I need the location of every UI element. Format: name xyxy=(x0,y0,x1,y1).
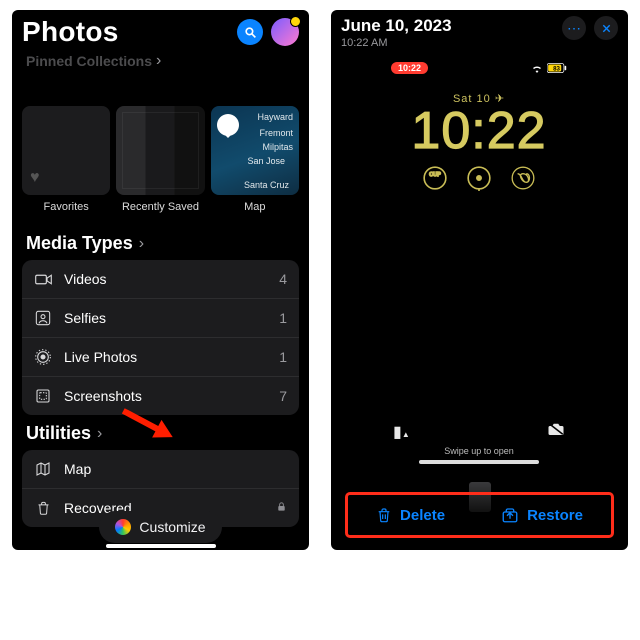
thumb-favorites[interactable]: ♥ xyxy=(22,106,110,195)
close-button[interactable] xyxy=(594,16,618,40)
profile-avatar[interactable] xyxy=(271,18,299,46)
restore-icon xyxy=(501,506,519,524)
photo-time: 10:22 AM xyxy=(341,37,452,49)
map-pin-icon xyxy=(217,114,239,136)
screenshot-icon xyxy=(34,387,52,405)
widget-compass-icon xyxy=(466,165,492,191)
page-title: Photos xyxy=(22,16,119,48)
pinned-collections-link[interactable]: Pinned Collections› xyxy=(26,52,161,70)
row-map[interactable]: Map xyxy=(22,450,299,488)
row-selfies[interactable]: Selfies1 xyxy=(22,298,299,337)
person-square-icon xyxy=(34,309,52,327)
more-button[interactable]: ⋯ xyxy=(562,16,586,40)
photo-date: June 10, 2023 xyxy=(341,16,452,36)
video-icon xyxy=(34,270,52,288)
row-live-photos[interactable]: Live Photos1 xyxy=(22,337,299,376)
wifi-icon xyxy=(531,64,543,73)
utilities-header[interactable]: Utilities› xyxy=(12,415,309,450)
lock-widgets: CUP xyxy=(379,165,579,191)
restore-button[interactable]: Restore xyxy=(501,506,583,524)
live-photo-icon xyxy=(34,348,52,366)
media-types-list: Videos4 Selfies1 Live Photos1 Screenshot… xyxy=(22,260,299,415)
svg-text:83: 83 xyxy=(553,65,560,72)
status-icons: 83 xyxy=(531,63,567,73)
row-screenshots[interactable]: Screenshots7 xyxy=(22,376,299,415)
thumb-label: Favorites xyxy=(22,201,110,213)
customize-icon xyxy=(115,519,131,535)
thumb-label: Map xyxy=(211,201,299,213)
photos-app-screen: Photos Pinned Collections› ♥ Hayward Fre… xyxy=(12,10,309,550)
trash-icon xyxy=(376,506,392,524)
camera-off-icon xyxy=(547,422,565,442)
heart-icon: ♥ xyxy=(30,169,40,187)
thumb-recently-saved[interactable] xyxy=(116,106,204,195)
shot-home-indicator xyxy=(419,460,539,464)
close-icon xyxy=(601,23,612,34)
annotation-box: Delete Restore xyxy=(345,492,614,538)
search-icon xyxy=(244,26,257,39)
row-videos[interactable]: Videos4 xyxy=(22,260,299,298)
chevron-right-icon: › xyxy=(139,235,144,253)
delete-button[interactable]: Delete xyxy=(376,506,445,524)
deleted-photo-preview: June 10, 2023 10:22 AM ⋯ 10:22 83 Sat 10… xyxy=(331,10,628,550)
lock-time: 10:22 xyxy=(379,101,579,161)
swipe-hint: Swipe up to open xyxy=(444,446,514,456)
status-time-pill: 10:22 xyxy=(391,62,428,74)
widget-ring-icon: CUP xyxy=(422,165,448,191)
media-types-header[interactable]: Media Types› xyxy=(12,225,309,260)
widget-knot-icon xyxy=(510,165,536,191)
map-icon xyxy=(34,460,52,478)
search-button[interactable] xyxy=(237,19,263,45)
flashlight-icon: ▮▲ xyxy=(393,422,410,442)
battery-icon: 83 xyxy=(547,63,567,73)
svg-text:CUP: CUP xyxy=(429,172,441,178)
home-indicator[interactable] xyxy=(106,544,216,548)
chevron-right-icon: › xyxy=(156,52,161,70)
customize-button[interactable]: Customize xyxy=(99,511,221,543)
photo-content[interactable]: 10:22 83 Sat 10 ✈ 10:22 CUP ▮▲ Swipe up … xyxy=(379,56,579,474)
thumb-map[interactable]: Hayward Fremont Milpitas San Jose Santa … xyxy=(211,106,299,195)
thumb-label: Recently Saved xyxy=(116,201,204,213)
chevron-right-icon: › xyxy=(97,425,102,443)
